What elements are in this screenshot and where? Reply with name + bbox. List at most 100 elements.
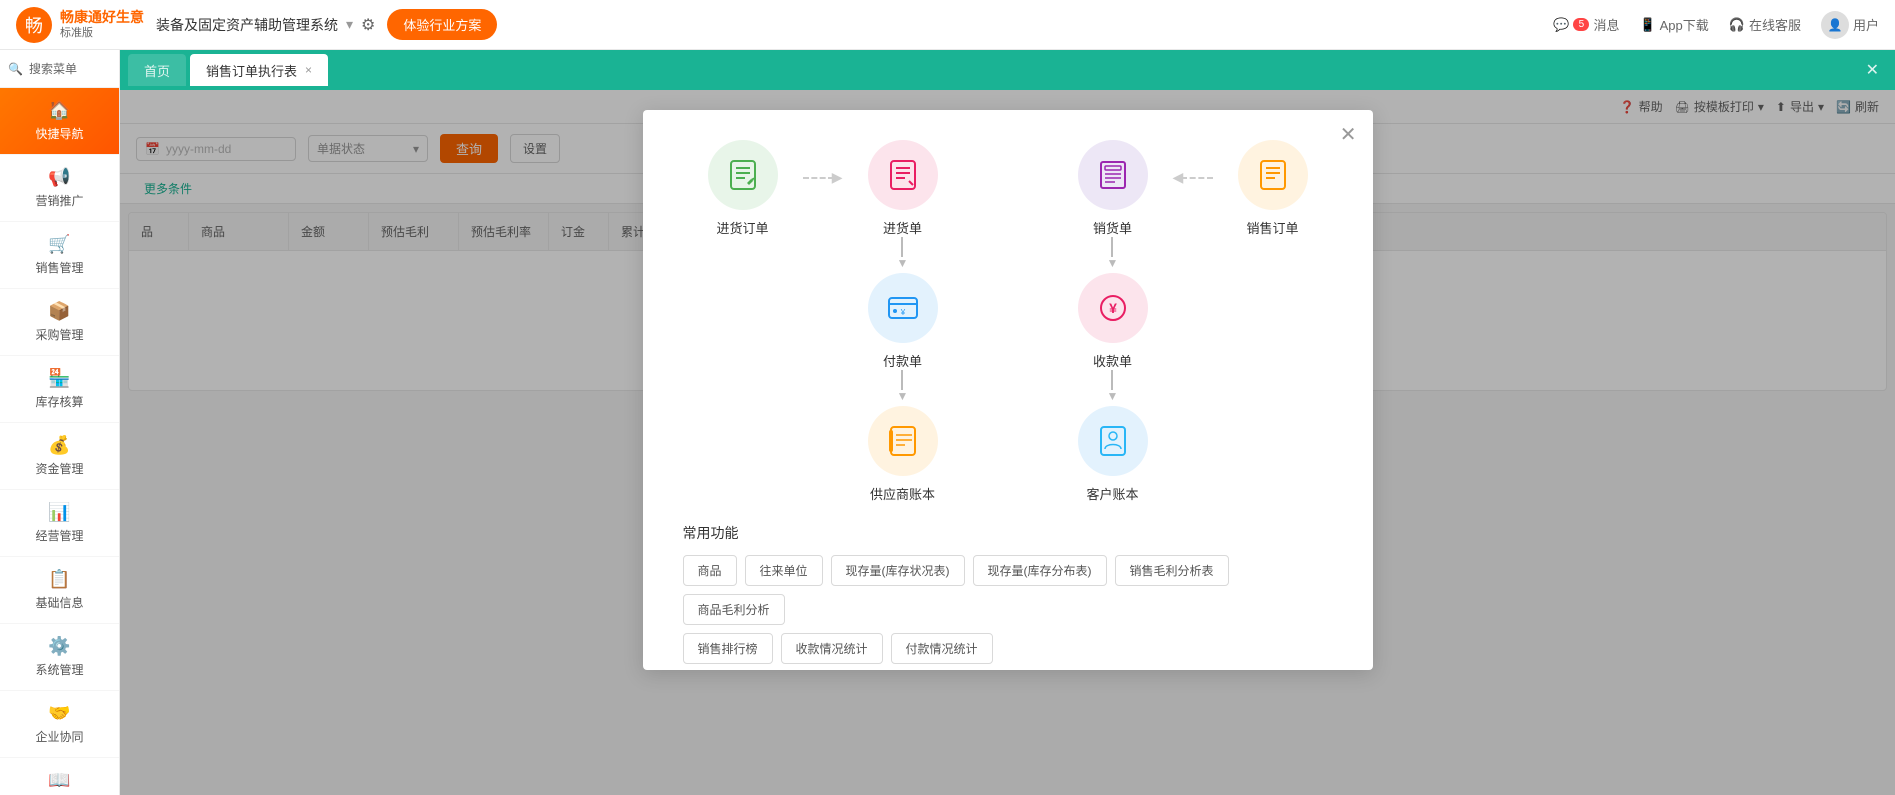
flow-circle-receipt: ¥: [1078, 273, 1148, 343]
sidebar-item-collab[interactable]: 🤝 企业协同: [0, 691, 119, 758]
flow-circle-sales-order: [1238, 140, 1308, 210]
cf-btn-stock-dist[interactable]: 现存量(库存分布表): [973, 555, 1107, 586]
sidebar-item-guide[interactable]: 📖 新手引导: [0, 758, 119, 795]
flow-circle-purchase-order: [708, 140, 778, 210]
sidebar-item-sys-mgmt[interactable]: ⚙️ 系统管理: [0, 624, 119, 691]
tab-close-icon[interactable]: ×: [305, 63, 312, 77]
flow-node-sales-bill[interactable]: 销货单: [1053, 140, 1173, 237]
flow-node-purchase-order[interactable]: 进货订单: [683, 140, 803, 237]
common-functions: 常用功能 商品 往来单位 现存量(库存状况表) 现存量(库存分布表) 销售毛利分…: [683, 523, 1333, 664]
search-icon: 🔍: [8, 62, 23, 76]
cf-btn-receipt-stats[interactable]: 收款情况统计: [781, 633, 883, 664]
flow-label-sales-bill: 销货单: [1093, 218, 1132, 237]
cf-btn-payment-stats[interactable]: 付款情况统计: [891, 633, 993, 664]
sidebar-item-label: 系统管理: [35, 661, 83, 678]
tab-sales-order-exec[interactable]: 销售订单执行表 ×: [190, 54, 328, 86]
sidebar-item-purchase[interactable]: 📦 采购管理: [0, 289, 119, 356]
cf-btn-contacts[interactable]: 往来单位: [745, 555, 823, 586]
collab-icon: 🤝: [48, 703, 70, 724]
system-title-text: 装备及固定资产辅助管理系统: [156, 15, 338, 35]
flow-node-purchase-bill[interactable]: 进货单: [843, 140, 963, 237]
try-btn[interactable]: 体验行业方案: [387, 9, 497, 40]
flow-label-customer-ledger: 客户账本: [1086, 484, 1138, 503]
content-area: ❓ 帮助 🖨 按模板打印 ▾ ⬆ 导出 ▾ 🔄 刷新 📅 yyyy-mm-: [120, 90, 1895, 795]
cf-btn-product-profit[interactable]: 商品毛利分析: [683, 594, 785, 625]
sidebar-item-label: 采购管理: [35, 326, 83, 343]
modal-body: 进货订单 ▶ 进货单: [643, 110, 1373, 670]
system-title: 装备及固定资产辅助管理系统 ▾ ⚙: [156, 15, 375, 35]
finance-icon: 💰: [48, 435, 70, 456]
flow-node-receipt[interactable]: ¥ 收款单: [1053, 273, 1173, 370]
sidebar-item-finance[interactable]: 💰 资金管理: [0, 423, 119, 490]
cf-btn-stock-status[interactable]: 现存量(库存状况表): [831, 555, 965, 586]
flow-circle-sales-bill: [1078, 140, 1148, 210]
sidebar-item-quick-nav[interactable]: 🏠 快捷导航: [0, 88, 119, 155]
flow-circle-payment: ¥: [868, 273, 938, 343]
cf-btn-sales-rank[interactable]: 销售排行榜: [683, 633, 773, 664]
svg-text:¥: ¥: [1109, 300, 1117, 316]
brand-sub: 标准版: [60, 26, 144, 40]
sidebar-item-label: 企业协同: [35, 728, 83, 745]
tab-home-label: 首页: [144, 61, 170, 80]
app-download-btn[interactable]: 📱 App下载: [1639, 15, 1708, 34]
logo-text: 畅康通好生意 标准版: [60, 8, 144, 40]
tab-home[interactable]: 首页: [128, 54, 186, 86]
sidebar-item-operation[interactable]: 📊 经营管理: [0, 490, 119, 557]
sidebar-item-basic-info[interactable]: 📋 基础信息: [0, 557, 119, 624]
sales-icon: 🛒: [48, 234, 70, 255]
online-service-label: 在线客服: [1749, 15, 1801, 34]
flow-node-customer-ledger[interactable]: 客户账本: [1053, 406, 1173, 503]
message-label: 消息: [1593, 15, 1619, 34]
sidebar-item-sales[interactable]: 🛒 销售管理: [0, 222, 119, 289]
flow-circle-purchase-bill: [868, 140, 938, 210]
sidebar-item-label: 快捷导航: [35, 125, 83, 142]
cf-btn-sales-profit[interactable]: 销售毛利分析表: [1115, 555, 1229, 586]
sidebar-item-label: 经营管理: [35, 527, 83, 544]
cf-btn-product[interactable]: 商品: [683, 555, 737, 586]
modal-close-btn[interactable]: ✕: [1340, 122, 1357, 147]
app-download-label: App下载: [1660, 15, 1709, 34]
svg-text:¥: ¥: [899, 308, 905, 317]
user-btn[interactable]: 👤 用户: [1821, 11, 1879, 39]
purchase-icon: 📦: [48, 301, 70, 322]
user-label: 用户: [1853, 15, 1879, 34]
flow-label-purchase-bill: 进货单: [883, 218, 922, 237]
operation-icon: 📊: [48, 502, 70, 523]
phone-icon: 📱: [1639, 17, 1655, 33]
online-service-btn[interactable]: 🎧 在线客服: [1729, 15, 1801, 34]
flow-circle-customer-ledger: [1078, 406, 1148, 476]
close-all-tabs-btn[interactable]: ✕: [1858, 56, 1887, 84]
common-functions-title: 常用功能: [683, 523, 1333, 543]
message-icon: 💬: [1553, 17, 1569, 33]
cf-buttons-row1: 商品 往来单位 现存量(库存状况表) 现存量(库存分布表) 销售毛利分析表 商品…: [683, 555, 1333, 625]
sidebar-item-inventory[interactable]: 🏪 库存核算: [0, 356, 119, 423]
settings-icon[interactable]: ⚙: [361, 15, 375, 35]
message-count-badge: 5: [1573, 18, 1589, 31]
flow-node-supplier-ledger[interactable]: 供应商账本: [843, 406, 963, 503]
sys-mgmt-icon: ⚙️: [48, 636, 70, 657]
top-header: 畅 畅康通好生意 标准版 装备及固定资产辅助管理系统 ▾ ⚙ 体验行业方案 💬 …: [0, 0, 1895, 50]
home-icon: 🏠: [48, 100, 70, 121]
tab-sales-label: 销售订单执行表: [206, 61, 297, 80]
flow-node-sales-order[interactable]: 销售订单: [1213, 140, 1333, 237]
inventory-icon: 🏪: [48, 368, 70, 389]
modal-overlay[interactable]: ✕ 进货订单 ▶: [120, 90, 1895, 795]
sidebar-search[interactable]: 🔍 搜索菜单: [0, 50, 119, 88]
flow-label-payment: 付款单: [883, 351, 922, 370]
message-btn[interactable]: 💬 5 消息: [1553, 15, 1619, 34]
headset-icon: 🎧: [1729, 17, 1745, 33]
dropdown-arrow-icon[interactable]: ▾: [346, 16, 353, 33]
flow-label-purchase-order: 进货订单: [716, 218, 768, 237]
sidebar-item-marketing[interactable]: 📢 营销推广: [0, 155, 119, 222]
sidebar-item-label: 库存核算: [35, 393, 83, 410]
guide-icon: 📖: [48, 770, 70, 791]
marketing-icon: 📢: [48, 167, 70, 188]
main-content: 首页 销售订单执行表 × ✕ ❓ 帮助 🖨 按模板打印 ▾ ⬆ 导出 ▾: [120, 50, 1895, 795]
logo-area: 畅 畅康通好生意 标准版: [16, 7, 144, 43]
cf-buttons-row2: 销售排行榜 收款情况统计 付款情况统计: [683, 633, 1333, 664]
flow-node-payment[interactable]: ¥ 付款单: [843, 273, 963, 370]
header-left: 畅 畅康通好生意 标准版 装备及固定资产辅助管理系统 ▾ ⚙ 体验行业方案: [16, 7, 497, 43]
sidebar-item-label: 销售管理: [35, 259, 83, 276]
flow-label-receipt: 收款单: [1093, 351, 1132, 370]
sidebar-item-label: 营销推广: [35, 192, 83, 209]
